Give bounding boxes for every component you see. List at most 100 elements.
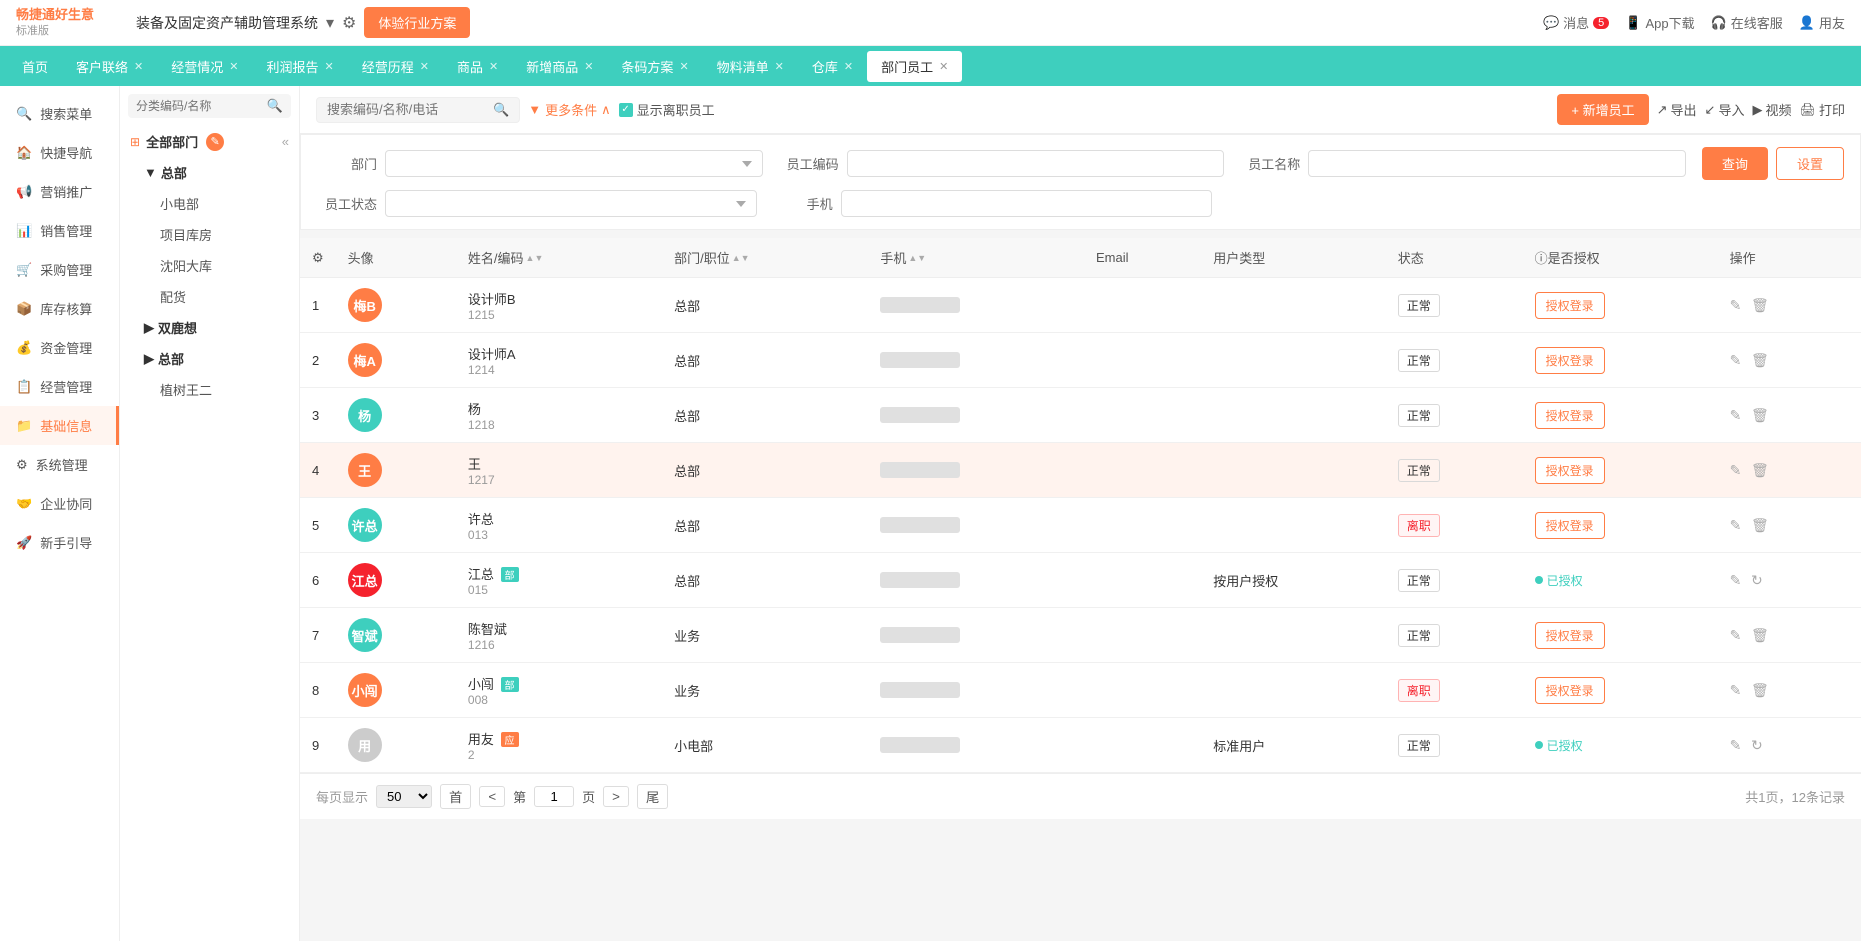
col-dept[interactable]: 部门/职位 ▲▼ bbox=[662, 238, 868, 278]
edit-icon[interactable]: ✎ bbox=[1730, 407, 1742, 423]
sidebar-item-guide[interactable]: 🚀 新手引导 bbox=[0, 523, 119, 562]
all-dept-edit-icon[interactable]: ✎ bbox=[206, 133, 224, 151]
export-button[interactable]: ↗ 导出 bbox=[1657, 100, 1697, 119]
delete-icon[interactable]: 🗑 bbox=[1751, 407, 1769, 423]
dept-item-small-electric[interactable]: 小电部 bbox=[140, 188, 299, 219]
employee-search-input[interactable] bbox=[327, 102, 487, 117]
edit-icon[interactable]: ✎ bbox=[1730, 627, 1742, 643]
sidebar-item-system[interactable]: ⚙ 系统管理 bbox=[0, 445, 119, 484]
tab-goods[interactable]: 商品 ✕ bbox=[443, 51, 512, 82]
col-settings[interactable]: ⚙ bbox=[300, 238, 336, 278]
auth-login-button[interactable]: 授权登录 bbox=[1535, 457, 1605, 484]
dept-search-icon[interactable]: 🔍 bbox=[267, 98, 283, 114]
sidebar-item-basic[interactable]: 📁 基础信息 bbox=[0, 406, 119, 445]
per-page-select[interactable]: 50 100 200 bbox=[376, 785, 432, 808]
auth-login-button[interactable]: 授权登录 bbox=[1535, 622, 1605, 649]
add-employee-button[interactable]: + 新增员工 bbox=[1557, 94, 1648, 125]
dept-item-shenyang[interactable]: 沈阳大库 bbox=[140, 250, 299, 281]
auth-login-button[interactable]: 授权登录 bbox=[1535, 402, 1605, 429]
view-button[interactable]: ▶ 视频 bbox=[1752, 100, 1791, 119]
delete-icon[interactable]: 🗑 bbox=[1751, 627, 1769, 643]
dept-item-zhishu[interactable]: 植树王二 bbox=[140, 374, 299, 405]
settings-button[interactable]: 设置 bbox=[1776, 147, 1844, 180]
show-resigned-toggle[interactable]: ✓ 显示离职员工 bbox=[619, 100, 715, 119]
tab-profit[interactable]: 利润报告 ✕ bbox=[252, 51, 347, 82]
refresh-icon[interactable]: ↻ bbox=[1751, 572, 1763, 588]
auth-login-button[interactable]: 授权登录 bbox=[1535, 677, 1605, 704]
dropdown-icon[interactable]: ▾ bbox=[326, 13, 334, 33]
settings-gear-icon[interactable]: ⚙ bbox=[342, 13, 356, 33]
tab-close[interactable]: ✕ bbox=[584, 60, 593, 73]
auth-login-button[interactable]: 授权登录 bbox=[1535, 512, 1605, 539]
filter-dept-select[interactable] bbox=[385, 150, 763, 177]
tab-close[interactable]: ✕ bbox=[229, 60, 238, 73]
delete-icon[interactable]: 🗑 bbox=[1751, 462, 1769, 478]
dept-item-distribution[interactable]: 配货 bbox=[140, 281, 299, 312]
tab-close[interactable]: ✕ bbox=[939, 60, 948, 73]
page-number-input[interactable] bbox=[534, 786, 574, 807]
filter-empcode-input[interactable] bbox=[847, 150, 1225, 177]
app-download-btn[interactable]: 📱 App下载 bbox=[1625, 13, 1694, 32]
search-icon[interactable]: 🔍 bbox=[493, 102, 509, 118]
tab-employees[interactable]: 部门员工 ✕ bbox=[867, 51, 962, 82]
edit-icon[interactable]: ✎ bbox=[1730, 682, 1742, 698]
sidebar-item-finance[interactable]: 💰 资金管理 bbox=[0, 328, 119, 367]
tab-warehouse[interactable]: 仓库 ✕ bbox=[798, 51, 867, 82]
import-button[interactable]: ↙ 导入 bbox=[1705, 100, 1745, 119]
dept-search-input[interactable] bbox=[136, 99, 263, 113]
edit-icon[interactable]: ✎ bbox=[1730, 352, 1742, 368]
filter-empname-input[interactable] bbox=[1308, 150, 1686, 177]
tab-close[interactable]: ✕ bbox=[775, 60, 784, 73]
online-service-btn[interactable]: 🎧 在线客服 bbox=[1711, 13, 1783, 32]
sidebar-item-quicknav[interactable]: 🏠 快捷导航 bbox=[0, 133, 119, 172]
tab-close[interactable]: ✕ bbox=[489, 60, 498, 73]
edit-icon[interactable]: ✎ bbox=[1730, 737, 1742, 753]
query-button[interactable]: 查询 bbox=[1702, 147, 1768, 180]
message-btn[interactable]: 💬 消息 5 bbox=[1543, 13, 1609, 32]
sidebar-item-operation[interactable]: 📋 经营管理 bbox=[0, 367, 119, 406]
next-page-button[interactable]: > bbox=[603, 786, 629, 807]
refresh-icon[interactable]: ↻ bbox=[1751, 737, 1763, 753]
tab-close[interactable]: ✕ bbox=[844, 60, 853, 73]
collapse-panel-icon[interactable]: « bbox=[282, 134, 289, 149]
sidebar-item-collab[interactable]: 🤝 企业协同 bbox=[0, 484, 119, 523]
sidebar-item-sales[interactable]: 📊 销售管理 bbox=[0, 211, 119, 250]
first-page-button[interactable]: 首 bbox=[440, 784, 471, 809]
tab-close[interactable]: ✕ bbox=[420, 60, 429, 73]
col-name[interactable]: 姓名/编码 ▲▼ bbox=[456, 238, 662, 278]
all-dept-item[interactable]: ⊞ 全部部门 ✎ « bbox=[120, 126, 299, 157]
last-page-button[interactable]: 尾 bbox=[637, 784, 668, 809]
delete-icon[interactable]: 🗑 bbox=[1751, 297, 1769, 313]
dept-section-shuanglu[interactable]: ▶ 双鹿想 bbox=[132, 312, 299, 343]
sidebar-item-search[interactable]: 🔍 搜索菜单 bbox=[0, 94, 119, 133]
dept-section-general[interactable]: ▼ 总部 bbox=[132, 157, 299, 188]
tab-close[interactable]: ✕ bbox=[134, 60, 143, 73]
tab-bom[interactable]: 物料清单 ✕ bbox=[703, 51, 798, 82]
dept-item-project-warehouse[interactable]: 项目库房 bbox=[140, 219, 299, 250]
delete-icon[interactable]: 🗑 bbox=[1751, 682, 1769, 698]
sidebar-item-inventory[interactable]: 📦 库存核算 bbox=[0, 289, 119, 328]
print-button[interactable]: 🖨 打印 bbox=[1799, 100, 1845, 119]
filter-status-select[interactable] bbox=[385, 190, 757, 217]
tab-close[interactable]: ✕ bbox=[325, 60, 334, 73]
experience-button[interactable]: 体验行业方案 bbox=[364, 7, 470, 38]
dept-section-hq[interactable]: ▶ 总部 bbox=[132, 343, 299, 374]
prev-page-button[interactable]: < bbox=[479, 786, 505, 807]
delete-icon[interactable]: 🗑 bbox=[1751, 517, 1769, 533]
filter-phone-input[interactable] bbox=[841, 190, 1213, 217]
edit-icon[interactable]: ✎ bbox=[1730, 297, 1742, 313]
tab-barcode[interactable]: 条码方案 ✕ bbox=[607, 51, 702, 82]
user-btn[interactable]: 👤 用友 bbox=[1799, 13, 1845, 32]
col-phone[interactable]: 手机 ▲▼ bbox=[868, 238, 1084, 278]
tab-new-goods[interactable]: 新增商品 ✕ bbox=[512, 51, 607, 82]
tab-close[interactable]: ✕ bbox=[679, 60, 688, 73]
more-conditions-btn[interactable]: ▼ 更多条件 ∧ bbox=[528, 100, 610, 119]
edit-icon[interactable]: ✎ bbox=[1730, 462, 1742, 478]
sidebar-item-purchase[interactable]: 🛒 采购管理 bbox=[0, 250, 119, 289]
tab-operation[interactable]: 经营情况 ✕ bbox=[157, 51, 252, 82]
auth-login-button[interactable]: 授权登录 bbox=[1535, 347, 1605, 374]
edit-icon[interactable]: ✎ bbox=[1730, 517, 1742, 533]
sidebar-item-marketing[interactable]: 📢 营销推广 bbox=[0, 172, 119, 211]
delete-icon[interactable]: 🗑 bbox=[1751, 352, 1769, 368]
edit-icon[interactable]: ✎ bbox=[1730, 572, 1742, 588]
